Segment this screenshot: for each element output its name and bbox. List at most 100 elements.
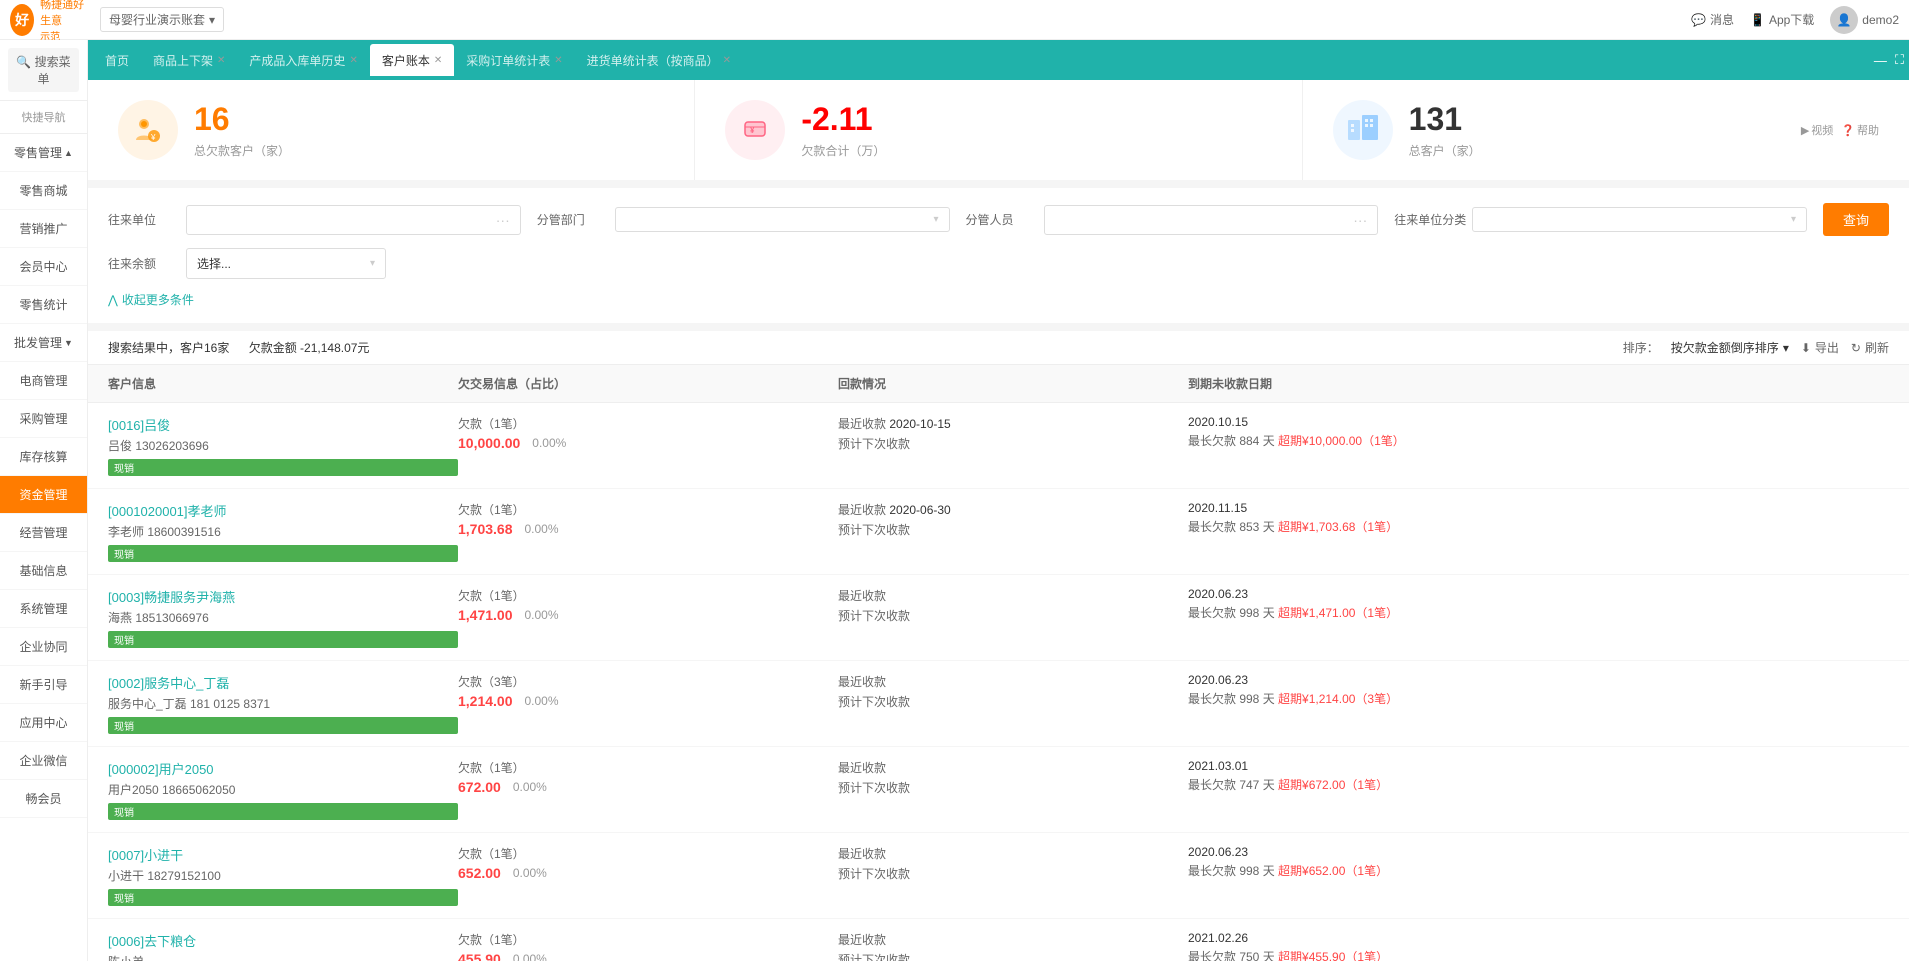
customer-name[interactable]: [0003]畅捷服务尹海燕: [108, 587, 458, 606]
app-download-btn[interactable]: 📱 App下载: [1750, 11, 1814, 28]
balance-label: 往来余额: [108, 255, 178, 272]
sidebar-item-retail-manage[interactable]: 零售管理▲: [0, 134, 87, 172]
sidebar-item-ops[interactable]: 经营管理: [0, 514, 87, 552]
collapse-btn[interactable]: ⋀ 收起更多条件: [108, 291, 1889, 308]
tab-customer-account[interactable]: 客户账本 ✕: [370, 44, 454, 76]
tab-close-customer-account[interactable]: ✕: [434, 55, 442, 66]
sidebar-item-marketing[interactable]: 营销推广: [0, 210, 87, 248]
sidebar-item-vip[interactable]: 畅会员: [0, 780, 87, 818]
tab-home[interactable]: 首页: [93, 44, 141, 76]
tabs-end: — ⛶: [1874, 52, 1904, 68]
overdue-link[interactable]: 超期¥1,703.68（1笔）: [1278, 520, 1398, 534]
from-unit-dots[interactable]: ···: [496, 212, 510, 228]
customer-name[interactable]: [0002]服务中心_丁磊: [108, 673, 458, 692]
filter-balance: 往来余额 选择... ▾: [108, 248, 1889, 279]
search-menu-btn[interactable]: 🔍 搜索菜单: [8, 48, 79, 92]
overdue-link[interactable]: 超期¥672.00（1笔）: [1278, 778, 1388, 792]
customer-tag: 现销: [108, 545, 458, 562]
col-header-customer: 客户信息: [108, 375, 458, 392]
refresh-btn[interactable]: ↻ 刷新: [1851, 339, 1889, 356]
debt-percent: 0.00%: [513, 952, 547, 961]
app-container: 好 畅捷通好生意 示范 母婴行业演示账套 ▾ 💬 消息 📱 App下载 👤: [0, 0, 1909, 961]
overdue-link[interactable]: 超期¥455.90（1笔）: [1278, 950, 1388, 961]
tab-close-product-shelf[interactable]: ✕: [217, 55, 225, 66]
tab-product-warehouse[interactable]: 产成品入库单历史 ✕: [237, 44, 369, 76]
sidebar-item-app-center[interactable]: 应用中心: [0, 704, 87, 742]
overdue-info: 最长欠款 747 天 超期¥672.00（1笔）: [1188, 776, 1889, 793]
sidebar-item-member[interactable]: 会员中心: [0, 248, 87, 286]
top-bar: 好 畅捷通好生意 示范 母婴行业演示账套 ▾ 💬 消息 📱 App下载 👤: [0, 0, 1909, 40]
filter-dept: 分管部门 ▾: [537, 207, 950, 232]
due-date: 2021.03.01: [1188, 759, 1889, 773]
search-button[interactable]: 查询: [1823, 203, 1889, 236]
customer-name[interactable]: [0001020001]孝老师: [108, 501, 458, 520]
sidebar-item-finance[interactable]: 资金管理: [0, 476, 87, 514]
video-btn[interactable]: ▶ 视频: [1801, 122, 1833, 138]
debt-percent: 0.00%: [525, 608, 559, 622]
user-menu[interactable]: 👤 demo2: [1830, 6, 1899, 34]
sidebar-item-purchase[interactable]: 采购管理: [0, 400, 87, 438]
sidebar-item-enterprise-coop[interactable]: 企业协同: [0, 628, 87, 666]
stat-card-debt-amount: ¥ -2.11 欠款合计（万）: [695, 80, 1302, 180]
sidebar-item-batch-manage[interactable]: 批发管理▼: [0, 324, 87, 362]
stat-icon-customers: ¥: [118, 100, 178, 160]
debt-percent: 0.00%: [532, 436, 566, 450]
tab-minimize-icon[interactable]: —: [1874, 53, 1887, 68]
due-date: 2020.11.15: [1188, 501, 1889, 515]
overdue-link[interactable]: 超期¥1,471.00（1笔）: [1278, 606, 1398, 620]
stat-number-customers: 16: [194, 101, 290, 138]
person-dots[interactable]: ···: [1353, 212, 1367, 228]
person-label: 分管人员: [966, 211, 1036, 228]
debt-info: 欠款（1笔） 1,471.00 0.00%: [458, 587, 838, 648]
tab-close-purchase-product-stats[interactable]: ✕: [723, 55, 731, 66]
debt-percent: 0.00%: [525, 522, 559, 536]
sidebar-item-retail-mall[interactable]: 零售商城: [0, 172, 87, 210]
customer-name[interactable]: [000002]用户2050: [108, 759, 458, 778]
customer-name[interactable]: [0006]去下粮仓: [108, 931, 458, 950]
logo-text: 畅捷通好生意 示范: [40, 0, 90, 43]
overdue-info: 最长欠款 998 天 超期¥1,471.00（1笔）: [1188, 604, 1889, 621]
from-unit-input[interactable]: ···: [186, 205, 521, 235]
due-date: 2020.06.23: [1188, 673, 1889, 687]
sidebar-item-inventory[interactable]: 库存核算: [0, 438, 87, 476]
tab-maximize-icon[interactable]: ⛶: [1895, 52, 1904, 68]
overdue-link[interactable]: 超期¥10,000.00（1笔）: [1278, 434, 1405, 448]
last-payment: 最近收款: [838, 931, 1188, 948]
debt-count: 欠款（1笔）: [458, 931, 838, 948]
debt-amount: 1,214.00: [458, 693, 513, 709]
sidebar-item-enterprise-wechat[interactable]: 企业微信: [0, 742, 87, 780]
overdue-link[interactable]: 超期¥1,214.00（3笔）: [1278, 692, 1398, 706]
dept-select[interactable]: ▾: [615, 207, 950, 232]
sidebar-item-basic[interactable]: 基础信息: [0, 552, 87, 590]
sort-select[interactable]: 按欠款金额倒序排序 ▾: [1671, 339, 1789, 356]
avatar: 👤: [1830, 6, 1858, 34]
tab-purchase-product-stats[interactable]: 进货单统计表（按商品） ✕: [575, 44, 743, 76]
balance-select[interactable]: 选择... ▾: [186, 248, 386, 279]
tab-product-shelf[interactable]: 商品上下架 ✕: [141, 44, 237, 76]
collapse-area: ⋀ 收起更多条件: [108, 291, 1889, 308]
unit-type-arrow: ▾: [1791, 214, 1796, 225]
due-date-info: 2020.06.23 最长欠款 998 天 超期¥652.00（1笔）: [1188, 845, 1889, 906]
export-btn[interactable]: ⬇ 导出: [1801, 339, 1839, 356]
filter-section: 往来单位 ··· 分管部门 ▾: [88, 188, 1909, 323]
tab-purchase-stats[interactable]: 采购订单统计表 ✕: [454, 44, 574, 76]
unit-type-select[interactable]: ▾: [1472, 207, 1807, 232]
customer-name[interactable]: [0016]吕俊: [108, 415, 458, 434]
person-input[interactable]: ···: [1044, 205, 1379, 235]
sidebar-item-system[interactable]: 系统管理: [0, 590, 87, 628]
store-selector[interactable]: 母婴行业演示账套 ▾: [100, 7, 224, 32]
tab-close-purchase-stats[interactable]: ✕: [554, 55, 562, 66]
sidebar-item-newbie[interactable]: 新手引导: [0, 666, 87, 704]
tab-close-product-warehouse[interactable]: ✕: [349, 55, 357, 66]
sidebar-item-ecommerce[interactable]: 电商管理: [0, 362, 87, 400]
message-btn[interactable]: 💬 消息: [1691, 11, 1734, 28]
help-btn[interactable]: ❓ 帮助: [1841, 122, 1879, 138]
recovery-info: 最近收款 预计下次收款: [838, 931, 1188, 961]
table-row: [0007]小进干 小进干 18279152100 现销 欠款（1笔） 652.…: [88, 833, 1909, 919]
debt-count: 欠款（1笔）: [458, 587, 838, 604]
last-payment: 最近收款 2020-10-15: [838, 415, 1188, 432]
customer-info: [000002]用户2050 用户2050 18665062050 现销: [108, 759, 458, 820]
customer-name[interactable]: [0007]小进干: [108, 845, 458, 864]
overdue-link[interactable]: 超期¥652.00（1笔）: [1278, 864, 1388, 878]
sidebar-item-retail-stats[interactable]: 零售统计: [0, 286, 87, 324]
